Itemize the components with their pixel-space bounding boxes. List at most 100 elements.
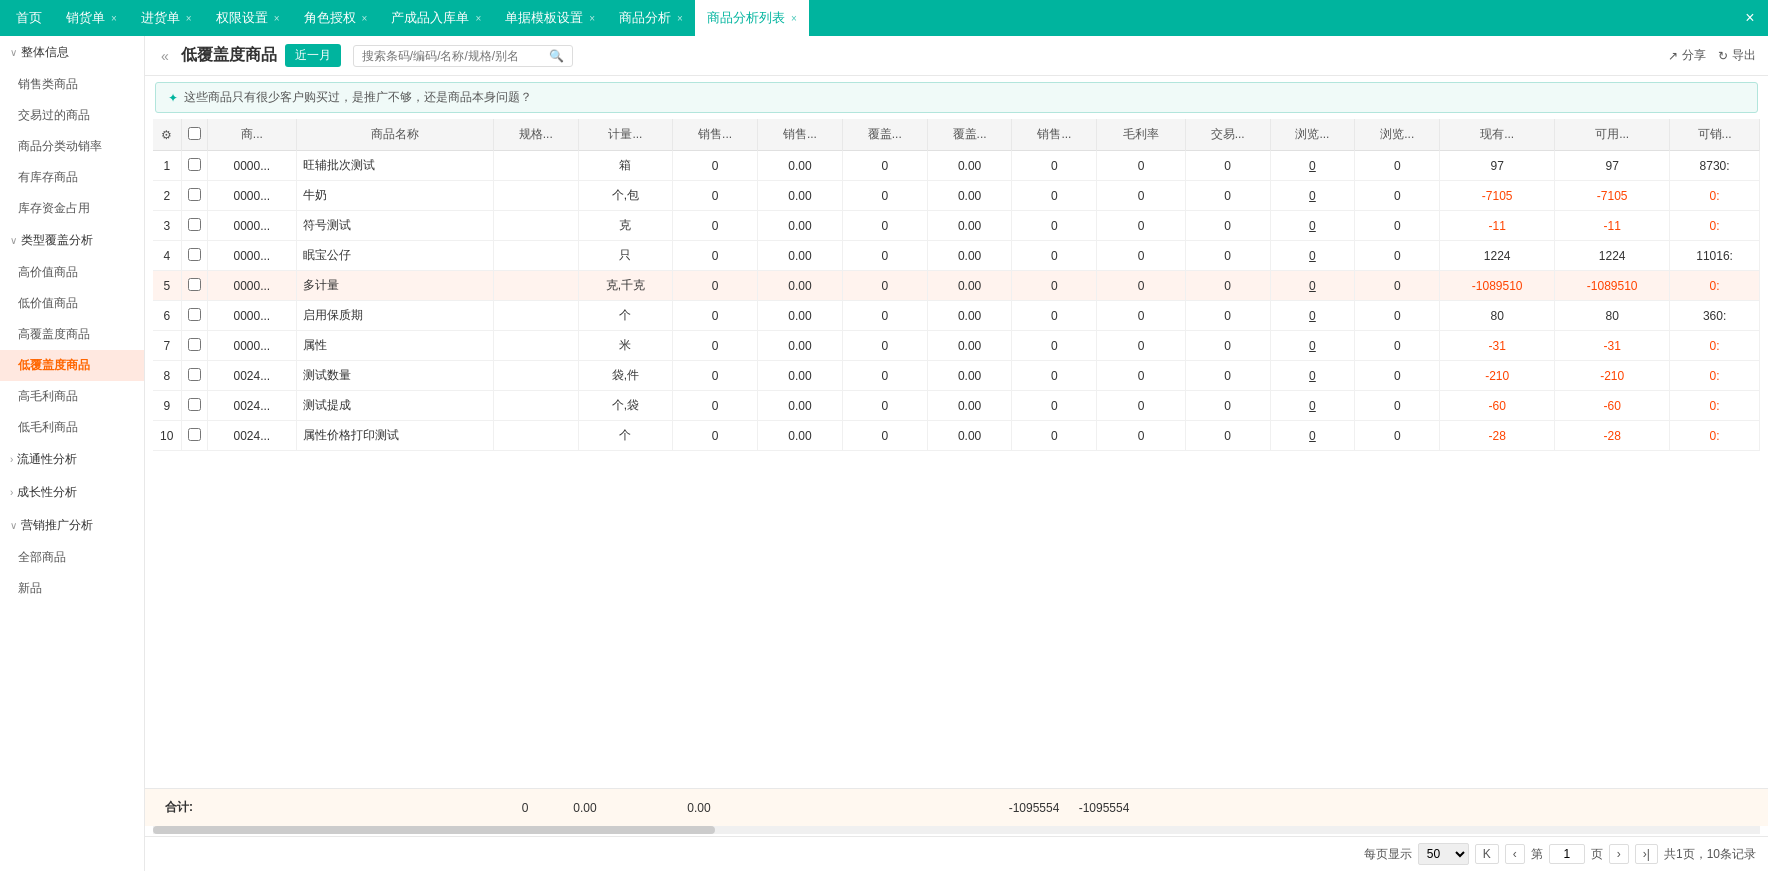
first-page-button[interactable]: K	[1475, 844, 1499, 864]
footer-totals: 合计: 0 0.00 0.00 -1095554 -1095554	[145, 788, 1768, 826]
row-checkbox[interactable]	[188, 248, 201, 261]
row-num: 4	[153, 241, 181, 271]
row-checkbox[interactable]	[188, 428, 201, 441]
table-row: 3 0000... 符号测试 克 0 0.00 0 0.00 0 0 0 0 0…	[153, 211, 1760, 241]
sidebar-item-new-goods[interactable]: 新品	[0, 573, 144, 604]
row-checkbox[interactable]	[188, 158, 201, 171]
sidebar-section-growth[interactable]: › 成长性分析	[0, 476, 144, 509]
search-icon[interactable]: 🔍	[549, 49, 564, 63]
sidebar-section-overall[interactable]: ∨ 整体信息	[0, 36, 144, 69]
row-num: 2	[153, 181, 181, 211]
row-checkbox[interactable]	[188, 398, 201, 411]
row-checkbox-cell	[181, 361, 207, 391]
close-icon[interactable]: ×	[111, 13, 117, 24]
nav-tab-permission[interactable]: 权限设置 ×	[204, 0, 292, 36]
row-checkbox[interactable]	[188, 338, 201, 351]
row-cover2: 0.00	[927, 361, 1012, 391]
nav-tab-home[interactable]: 首页	[4, 0, 54, 36]
close-icon[interactable]: ×	[186, 13, 192, 24]
row-current: -60	[1440, 391, 1555, 421]
sidebar-item-capital[interactable]: 库存资金占用	[0, 193, 144, 224]
sidebar-item-traded-goods[interactable]: 交易过的商品	[0, 100, 144, 131]
row-num: 3	[153, 211, 181, 241]
table-col-browse1: 浏览...	[1270, 119, 1355, 151]
export-button[interactable]: ↻ 导出	[1718, 47, 1756, 64]
row-checkbox[interactable]	[188, 188, 201, 201]
row-checkbox[interactable]	[188, 278, 201, 291]
close-icon[interactable]: ×	[677, 13, 683, 24]
table-row: 6 0000... 启用保质期 个 0 0.00 0 0.00 0 0 0 0 …	[153, 301, 1760, 331]
data-table-container: ⚙ 商... 商品名称 规格... 计量... 销售... 销售... 覆盖..…	[145, 119, 1768, 788]
nav-tab-sales[interactable]: 销货单 ×	[54, 0, 129, 36]
last-page-button[interactable]: ›|	[1635, 844, 1658, 864]
table-body: 1 0000... 旺辅批次测试 箱 0 0.00 0 0.00 0 0 0 0…	[153, 151, 1760, 451]
row-checkbox[interactable]	[188, 218, 201, 231]
row-browse1: 0	[1270, 211, 1355, 241]
nav-tab-purchase[interactable]: 进货单 ×	[129, 0, 204, 36]
sidebar-item-high-value[interactable]: 高价值商品	[0, 257, 144, 288]
row-available: -28	[1555, 421, 1670, 451]
row-trade: 0	[1185, 211, 1270, 241]
select-all-checkbox[interactable]	[188, 127, 201, 140]
period-button[interactable]: 近一月	[285, 44, 341, 67]
chevron-down-icon: ∨	[10, 47, 17, 58]
row-name: 多计量	[297, 271, 494, 301]
share-button[interactable]: ↗ 分享	[1668, 47, 1706, 64]
nav-tab-role[interactable]: 角色授权 ×	[292, 0, 380, 36]
row-cover2: 0.00	[927, 331, 1012, 361]
settings-icon[interactable]: ⚙	[161, 128, 172, 142]
close-icon[interactable]: ×	[589, 13, 595, 24]
search-input[interactable]	[362, 49, 545, 63]
row-cover1: 0	[842, 241, 927, 271]
window-close-button[interactable]: ×	[1736, 4, 1764, 32]
row-available: 97	[1555, 151, 1670, 181]
row-available: -7105	[1555, 181, 1670, 211]
row-sales-amt: 0.00	[757, 301, 842, 331]
nav-tab-inventory[interactable]: 产成品入库单 ×	[379, 0, 493, 36]
close-icon[interactable]: ×	[362, 13, 368, 24]
row-name: 测试提成	[297, 391, 494, 421]
nav-tab-template[interactable]: 单据模板设置 ×	[493, 0, 607, 36]
sidebar-item-low-value[interactable]: 低价值商品	[0, 288, 144, 319]
row-cover2: 0.00	[927, 211, 1012, 241]
sidebar-item-high-coverage[interactable]: 高覆盖度商品	[0, 319, 144, 350]
nav-tab-analysis[interactable]: 商品分析 ×	[607, 0, 695, 36]
row-checkbox[interactable]	[188, 368, 201, 381]
prev-page-button[interactable]: ‹	[1505, 844, 1525, 864]
sidebar-item-sales-goods[interactable]: 销售类商品	[0, 69, 144, 100]
row-browse1: 0	[1270, 151, 1355, 181]
row-gross-rate: 0	[1097, 331, 1185, 361]
sidebar-section-coverage[interactable]: ∨ 类型覆盖分析	[0, 224, 144, 257]
row-available: -60	[1555, 391, 1670, 421]
sidebar-item-high-profit[interactable]: 高毛利商品	[0, 381, 144, 412]
close-icon[interactable]: ×	[274, 13, 280, 24]
row-sellable: 0:	[1670, 331, 1760, 361]
row-num: 9	[153, 391, 181, 421]
close-icon[interactable]: ×	[791, 13, 797, 24]
sidebar-section-liquidity[interactable]: › 流通性分析	[0, 443, 144, 476]
sidebar-item-low-profit[interactable]: 低毛利商品	[0, 412, 144, 443]
page-size-select[interactable]: 50 10 20 100	[1418, 843, 1469, 865]
row-available: 80	[1555, 301, 1670, 331]
table-row: 2 0000... 牛奶 个,包 0 0.00 0 0.00 0 0 0 0 0…	[153, 181, 1760, 211]
page-number-input[interactable]	[1549, 844, 1585, 864]
row-num: 6	[153, 301, 181, 331]
sidebar-item-low-coverage[interactable]: 低覆盖度商品	[0, 350, 144, 381]
collapse-sidebar-button[interactable]: «	[157, 46, 173, 66]
row-current: 80	[1440, 301, 1555, 331]
sidebar-item-category-rate[interactable]: 商品分类动销率	[0, 131, 144, 162]
sidebar-item-in-stock[interactable]: 有库存商品	[0, 162, 144, 193]
row-name: 眠宝公仔	[297, 241, 494, 271]
table-col-sales2: 销售...	[1012, 119, 1097, 151]
sidebar-item-all-goods[interactable]: 全部商品	[0, 542, 144, 573]
row-browse2: 0	[1355, 391, 1440, 421]
row-sales2: 0	[1012, 361, 1097, 391]
nav-tab-analysis-list[interactable]: 商品分析列表 ×	[695, 0, 809, 36]
row-unit: 个	[578, 301, 672, 331]
close-icon[interactable]: ×	[475, 13, 481, 24]
next-page-button[interactable]: ›	[1609, 844, 1629, 864]
table-col-settings[interactable]: ⚙	[153, 119, 181, 151]
row-checkbox[interactable]	[188, 308, 201, 321]
row-cover1: 0	[842, 301, 927, 331]
sidebar-section-marketing[interactable]: ∨ 营销推广分析	[0, 509, 144, 542]
